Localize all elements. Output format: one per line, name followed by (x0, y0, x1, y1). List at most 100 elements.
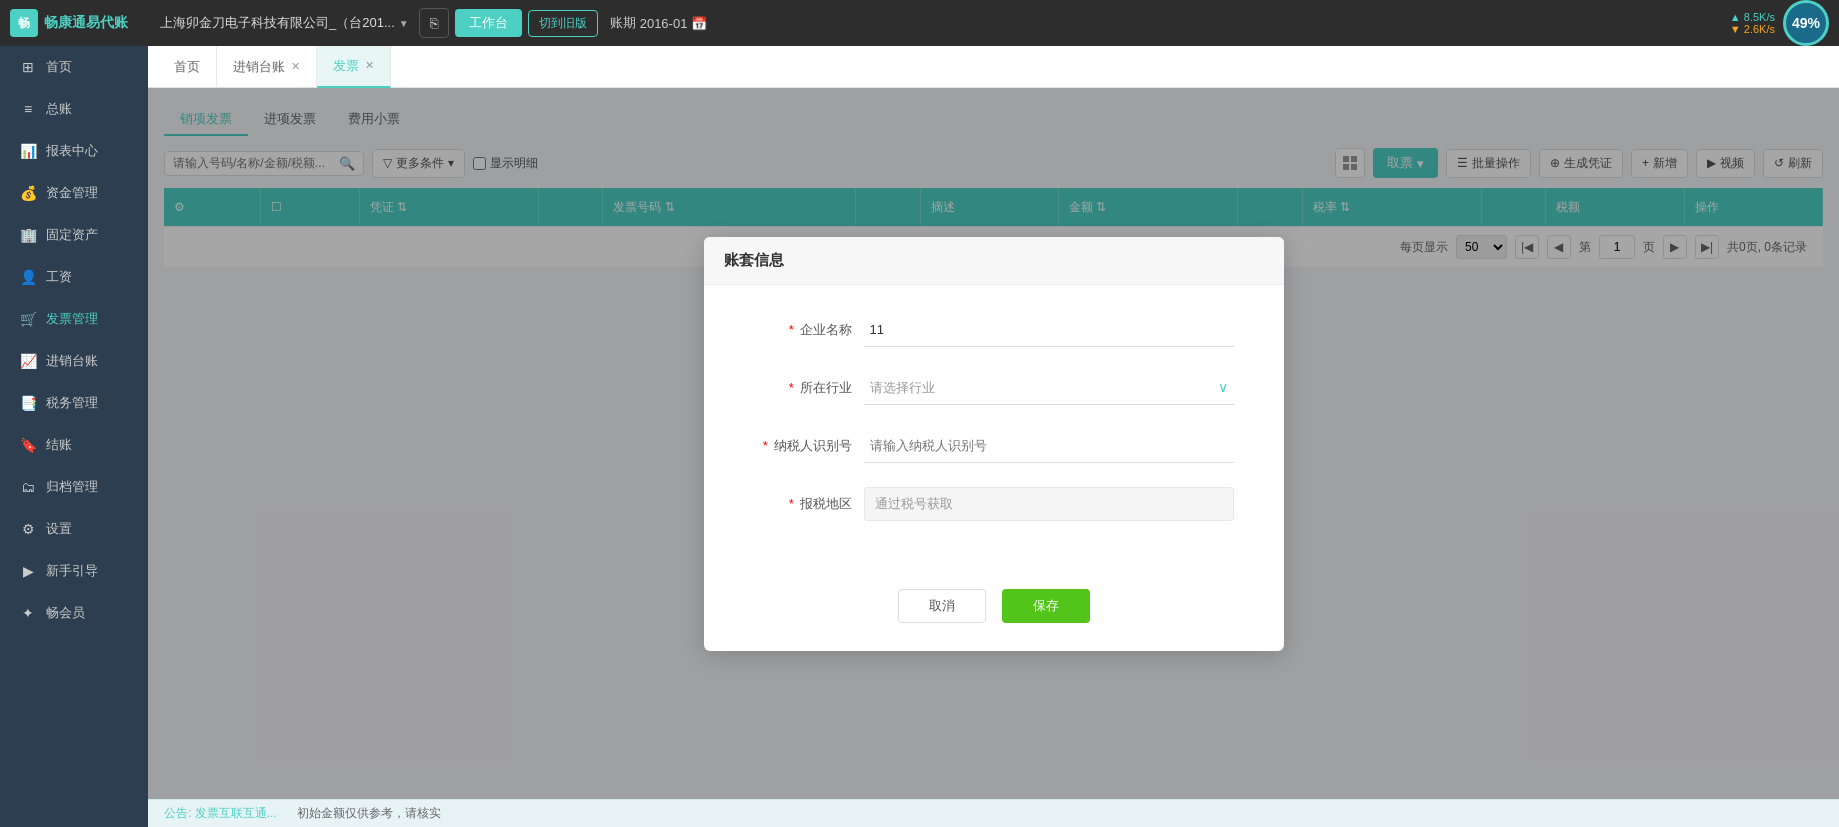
sidebar-item-label: 结账 (46, 436, 72, 454)
header-logo: 畅 畅康通易代账 (10, 9, 150, 37)
copy-icon-btn[interactable]: ⎘ (419, 8, 449, 38)
header-bar: 畅 畅康通易代账 上海卯金刀电子科技有限公司_（台201... ▼ ⎘ 工作台 … (0, 0, 1839, 46)
sidebar-item-sales[interactable]: 📈 进销台账 (0, 340, 148, 382)
company-dropdown-arrow: ▼ (399, 18, 409, 29)
tax-id-label: * 纳税人识别号 (754, 437, 864, 455)
tax-icon: 📑 (20, 395, 36, 411)
bottom-bar: 公告: 发票互联互通... 初始金额仅供参考，请核实 (148, 799, 1839, 827)
company-name-text: 上海卯金刀电子科技有限公司_（台201... (160, 14, 395, 32)
industry-select[interactable]: 请选择行业 (864, 380, 1234, 395)
finance-icon: 💰 (20, 185, 36, 201)
speed-indicator: ▲ 8.5K/s ▼ 2.6K/s (1730, 11, 1775, 35)
speed-up: ▲ 8.5K/s (1730, 11, 1775, 23)
period-label: 账期 (610, 14, 636, 32)
tab-home[interactable]: 首页 (158, 46, 217, 88)
period-value: 2016-01 (640, 16, 688, 31)
content-area: 首页 进销台账 ✕ 发票 ✕ 销项发票 进项发票 费用 (148, 46, 1839, 827)
tab-invoice-label: 发票 (333, 57, 359, 75)
sidebar-item-label: 新手引导 (46, 562, 98, 580)
form-row-company-name: * 企业名称 (754, 313, 1234, 347)
required-star: * (789, 322, 794, 337)
settings-icon: ⚙ (20, 521, 36, 537)
sidebar-item-label: 归档管理 (46, 478, 98, 496)
modal-footer: 取消 保存 (704, 573, 1284, 651)
tab-sales-ledger-close[interactable]: ✕ (291, 60, 300, 73)
tax-id-input[interactable] (864, 429, 1234, 463)
header-company[interactable]: 上海卯金刀电子科技有限公司_（台201... ▼ (160, 14, 409, 32)
form-row-tax-id: * 纳税人识别号 (754, 429, 1234, 463)
sidebar-item-assets[interactable]: 🏢 固定资产 (0, 214, 148, 256)
inner-content: 销项发票 进项发票 费用小票 🔍 ▽ 更多 (148, 88, 1839, 799)
logo-icon: 畅 (10, 9, 38, 37)
wages-icon: 👤 (20, 269, 36, 285)
sidebar-item-wages[interactable]: 👤 工资 (0, 256, 148, 298)
tax-region-label: * 报税地区 (754, 495, 864, 513)
header-right: ▲ 8.5K/s ▼ 2.6K/s 49% (1730, 0, 1829, 46)
main-layout: ⊞ 首页 ≡ 总账 📊 报表中心 💰 资金管理 🏢 固定资产 👤 工资 🛒 发票… (0, 46, 1839, 827)
modal-title: 账套信息 (724, 251, 784, 268)
tab-invoice-close[interactable]: ✕ (365, 59, 374, 72)
sidebar-item-label: 进销台账 (46, 352, 98, 370)
member-icon: ✦ (20, 605, 36, 621)
archive-icon: 🗂 (20, 479, 36, 495)
sidebar-item-finance[interactable]: 💰 资金管理 (0, 172, 148, 214)
bottom-info: 初始金额仅供参考，请核实 (297, 805, 441, 822)
sidebar-item-invoice[interactable]: 🛒 发票管理 (0, 298, 148, 340)
sidebar-item-label: 固定资产 (46, 226, 98, 244)
sidebar-item-label: 设置 (46, 520, 72, 538)
sidebar-item-label: 工资 (46, 268, 72, 286)
tab-sales-ledger[interactable]: 进销台账 ✕ (217, 46, 317, 88)
bottom-link[interactable]: 公告: 发票互联互通... (164, 805, 277, 822)
sidebar-item-label: 资金管理 (46, 184, 98, 202)
industry-select-wrap: 请选择行业 ∨ (864, 371, 1234, 405)
logo-text: 畅康通易代账 (44, 14, 128, 32)
sidebar-item-member[interactable]: ✦ 畅会员 (0, 592, 148, 634)
sidebar-item-tax[interactable]: 📑 税务管理 (0, 382, 148, 424)
modal-overlay: 账套信息 * 企业名称 (148, 88, 1839, 799)
sidebar-item-label: 税务管理 (46, 394, 98, 412)
sidebar-item-label: 首页 (46, 58, 72, 76)
sales-icon: 📈 (20, 353, 36, 369)
modal-body: * 企业名称 * 所在行业 (704, 285, 1284, 573)
speed-down: ▼ 2.6K/s (1730, 23, 1775, 35)
workspace-button[interactable]: 工作台 (455, 9, 522, 37)
tab-home-label: 首页 (174, 58, 200, 76)
assets-icon: 🏢 (20, 227, 36, 243)
guide-icon: ▶ (20, 563, 36, 579)
required-star2: * (789, 380, 794, 395)
sidebar-item-settings[interactable]: ⚙ 设置 (0, 508, 148, 550)
ledger-icon: ≡ (20, 101, 36, 117)
sidebar-item-reports[interactable]: 📊 报表中心 (0, 130, 148, 172)
sidebar-item-label: 总账 (46, 100, 72, 118)
progress-circle: 49% (1783, 0, 1829, 46)
form-row-industry: * 所在行业 请选择行业 ∨ (754, 371, 1234, 405)
sidebar-item-label: 报表中心 (46, 142, 98, 160)
invoice-icon: 🛒 (20, 311, 36, 327)
company-name-input[interactable] (864, 313, 1234, 347)
tab-bar: 首页 进销台账 ✕ 发票 ✕ (148, 46, 1839, 88)
sidebar-item-guide[interactable]: ▶ 新手引导 (0, 550, 148, 592)
calendar-icon[interactable]: 📅 (691, 16, 707, 31)
sidebar-item-archive[interactable]: 🗂 归档管理 (0, 466, 148, 508)
tax-region-input: 通过税号获取 (864, 487, 1234, 521)
header-period: 账期 2016-01 📅 (610, 14, 708, 32)
company-name-label: * 企业名称 (754, 321, 864, 339)
home-icon: ⊞ (20, 59, 36, 75)
sidebar-item-label: 畅会员 (46, 604, 85, 622)
tab-invoice[interactable]: 发票 ✕ (317, 46, 391, 88)
sidebar-item-settlement[interactable]: 🔖 结账 (0, 424, 148, 466)
sidebar-item-ledger[interactable]: ≡ 总账 (0, 88, 148, 130)
required-star3: * (763, 438, 768, 453)
modal-box: 账套信息 * 企业名称 (704, 237, 1284, 651)
industry-label: * 所在行业 (754, 379, 864, 397)
sidebar-item-home[interactable]: ⊞ 首页 (0, 46, 148, 88)
cancel-button[interactable]: 取消 (898, 589, 986, 623)
header-icons: ⎘ (419, 8, 449, 38)
save-button[interactable]: 保存 (1002, 589, 1090, 623)
old-version-button[interactable]: 切到旧版 (528, 10, 598, 37)
reports-icon: 📊 (20, 143, 36, 159)
form-row-tax-region: * 报税地区 通过税号获取 (754, 487, 1234, 521)
sidebar-item-label: 发票管理 (46, 310, 98, 328)
settlement-icon: 🔖 (20, 437, 36, 453)
required-star4: * (789, 496, 794, 511)
